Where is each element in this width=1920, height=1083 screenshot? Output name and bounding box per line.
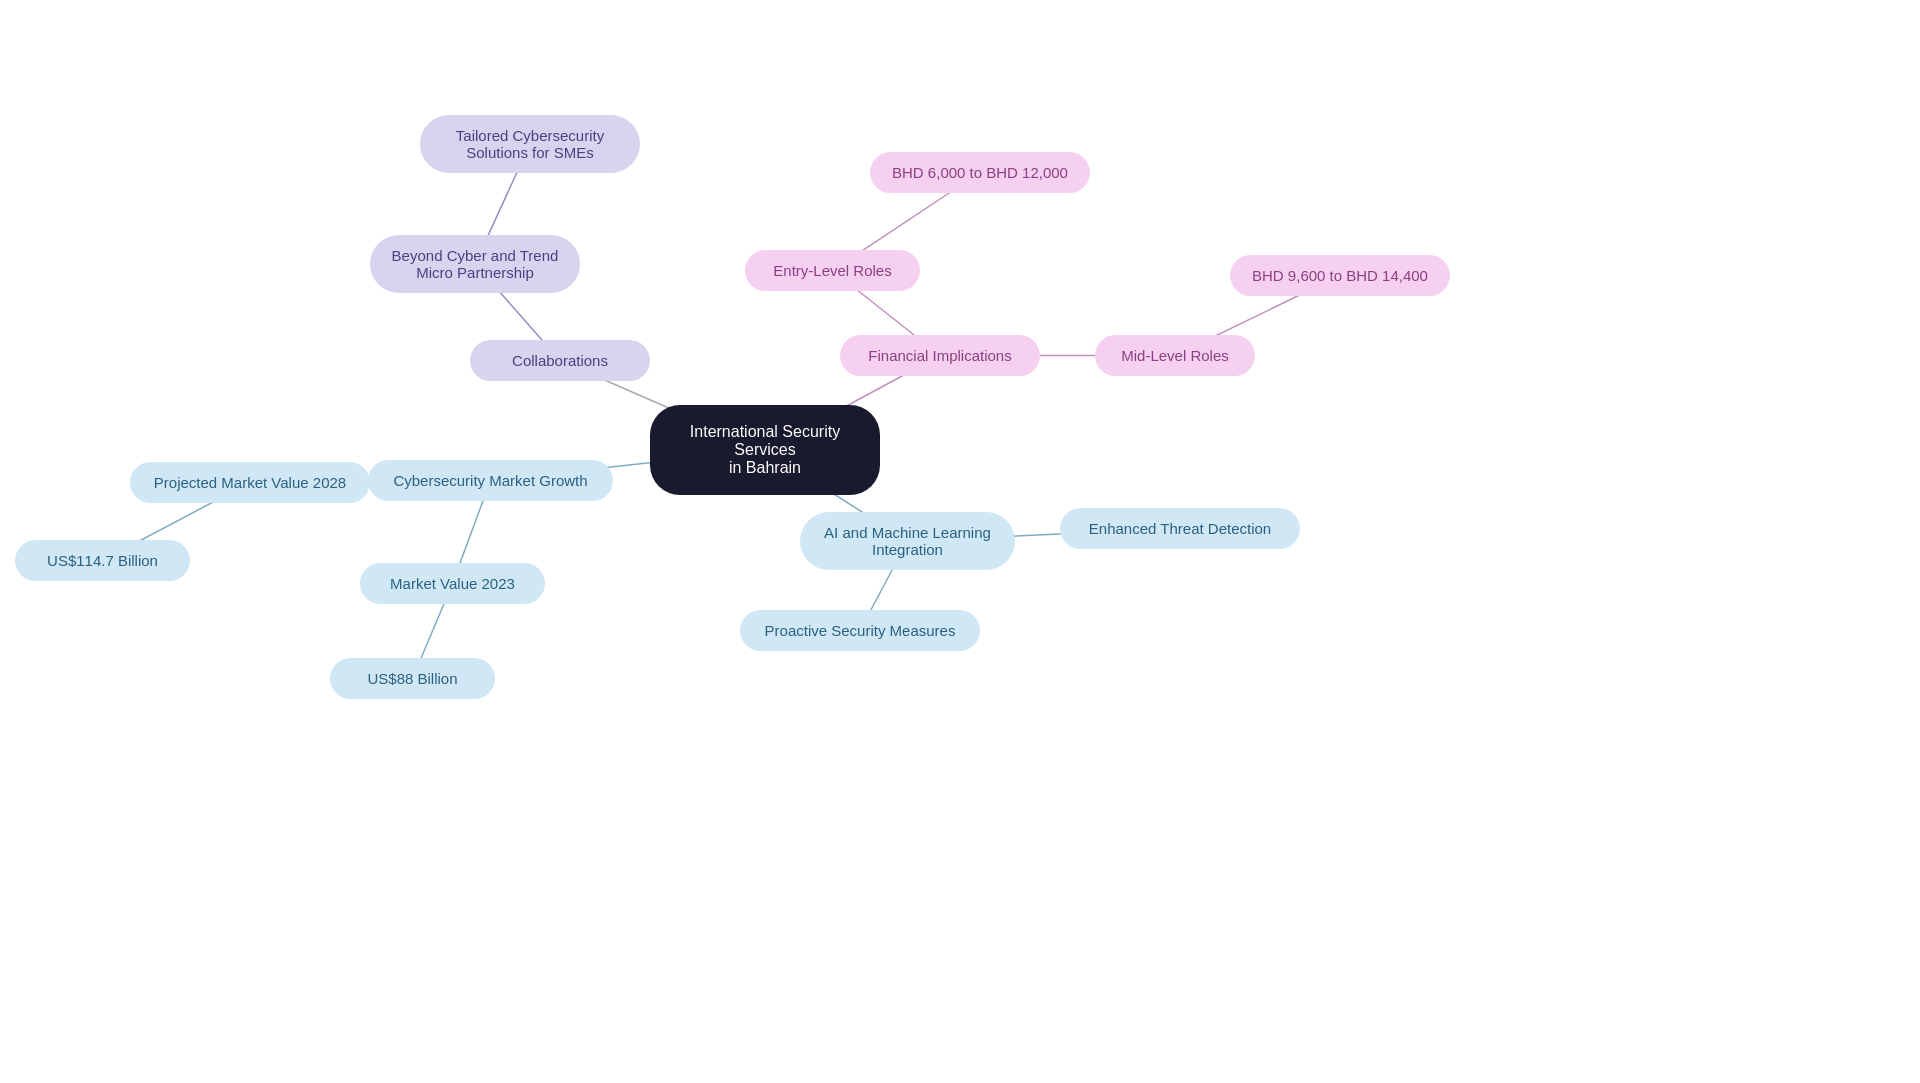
bhd6000-node: BHD 6,000 to BHD 12,000 — [870, 152, 1090, 193]
projected-market-node: Projected Market Value 2028 — [130, 462, 370, 503]
mid-level-node: Mid-Level Roles — [1095, 335, 1255, 376]
tailored-node: Tailored Cybersecurity Solutions for SME… — [420, 115, 640, 173]
cybersecurity-growth-node: Cybersecurity Market Growth — [368, 460, 613, 501]
beyond-cyber-node: Beyond Cyber and Trend Micro Partnership — [370, 235, 580, 293]
collaborations-node: Collaborations — [470, 340, 650, 381]
proactive-security-node: Proactive Security Measures — [740, 610, 980, 651]
ai-ml-node: AI and Machine Learning Integration — [800, 512, 1015, 570]
enhanced-threat-node: Enhanced Threat Detection — [1060, 508, 1300, 549]
market-value-2023-node: Market Value 2023 — [360, 563, 545, 604]
us114-node: US$114.7 Billion — [15, 540, 190, 581]
financial-implications-node: Financial Implications — [840, 335, 1040, 376]
bhd9600-node: BHD 9,600 to BHD 14,400 — [1230, 255, 1450, 296]
center-node: International Security Servicesin Bahrai… — [650, 405, 880, 495]
entry-level-node: Entry-Level Roles — [745, 250, 920, 291]
mind-map: International Security Servicesin Bahrai… — [0, 0, 1920, 1083]
us88-node: US$88 Billion — [330, 658, 495, 699]
